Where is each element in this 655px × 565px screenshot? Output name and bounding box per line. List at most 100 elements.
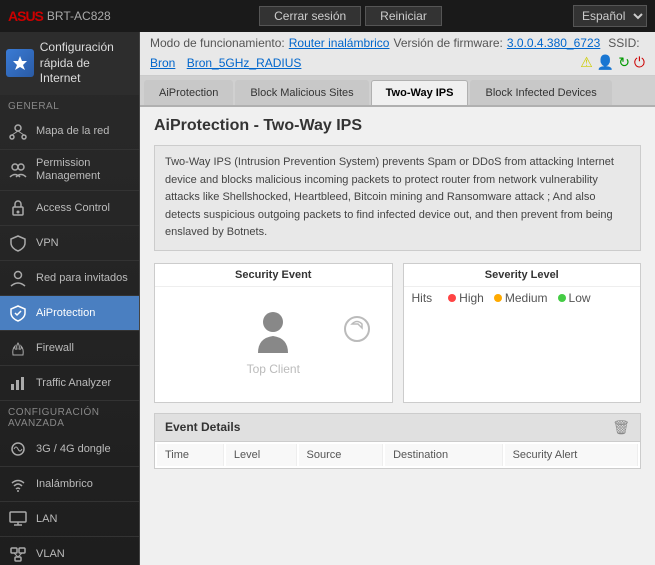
- section-general-label: General: [0, 95, 139, 115]
- model-name: BRT-AC828: [47, 9, 111, 23]
- status-icons: ⚠ 👤 ↻ ⏻: [580, 54, 645, 71]
- medium-label: Medium: [505, 291, 548, 305]
- low-dot: [558, 294, 566, 302]
- col-source: Source: [299, 444, 384, 466]
- sidebar-quick-setup[interactable]: Configuración rápida de Internet: [0, 32, 139, 95]
- asus-logo: ASUS: [8, 8, 43, 24]
- low-label: Low: [569, 291, 591, 305]
- permission-label: Permission Management: [36, 157, 131, 183]
- severity-level-panel: Severity Level Hits High Medium: [403, 263, 642, 403]
- wireless-label: Inalámbrico: [36, 478, 93, 491]
- sidebar: Configuración rápida de Internet General…: [0, 32, 140, 565]
- quick-setup-icon: [6, 49, 34, 77]
- traffic-analyzer-label: Traffic Analyzer: [36, 377, 111, 390]
- col-security-alert: Security Alert: [505, 444, 638, 466]
- legend-row: Hits High Medium Low: [404, 287, 641, 309]
- 3g-dongle-label: 3G / 4G dongle: [36, 443, 111, 456]
- sidebar-item-network-map[interactable]: Mapa de la red: [0, 115, 139, 150]
- firewall-label: Firewall: [36, 342, 74, 355]
- warning-icon: ⚠: [580, 54, 593, 71]
- network-map-label: Mapa de la red: [36, 125, 109, 138]
- access-control-label: Access Control: [36, 202, 110, 215]
- lan-icon: [8, 509, 28, 529]
- high-label: High: [459, 291, 484, 305]
- content-area: Modo de funcionamiento: Router inalámbri…: [140, 32, 655, 565]
- restart-button[interactable]: Reiniciar: [365, 6, 442, 26]
- wireless-icon: [8, 474, 28, 494]
- event-details-panel: Event Details 🗑 Time Level Source Destin…: [154, 413, 641, 469]
- severity-level-title: Severity Level: [404, 264, 641, 287]
- event-table: Time Level Source Destination Security A…: [155, 442, 640, 468]
- ssid1-link[interactable]: Bron: [150, 56, 175, 70]
- sidebar-item-lan[interactable]: LAN: [0, 502, 139, 537]
- event-details-title: Event Details: [165, 420, 240, 434]
- language-select[interactable]: Español: [573, 5, 647, 27]
- vlan-icon: [8, 544, 28, 564]
- ssid-prefix: SSID:: [608, 36, 639, 50]
- sidebar-item-3g-dongle[interactable]: 3G / 4G dongle: [0, 432, 139, 467]
- person-icon: [253, 308, 293, 358]
- hits-label: Hits: [412, 291, 433, 305]
- aiprotection-icon: [8, 303, 28, 323]
- col-level: Level: [226, 444, 297, 466]
- severity-chart-body: [404, 309, 641, 399]
- sidebar-item-aiprotection[interactable]: AiProtection: [0, 296, 139, 331]
- page-content: AiProtection - Two-Way IPS Two-Way IPS (…: [140, 107, 655, 565]
- refresh-circle-icon: [342, 314, 372, 344]
- security-event-panel: Security Event Top Client: [154, 263, 393, 403]
- sidebar-item-guest-network[interactable]: Red para invitados: [0, 261, 139, 296]
- sidebar-item-firewall[interactable]: Firewall: [0, 331, 139, 366]
- 3g-dongle-icon: [8, 439, 28, 459]
- section-advanced-label: Configuración avanzada: [0, 401, 139, 432]
- traffic-analyzer-icon: [8, 373, 28, 393]
- mode-prefix: Modo de funcionamiento:: [150, 36, 285, 50]
- close-session-button[interactable]: Cerrar sesión: [259, 6, 361, 26]
- logo-area: ASUS BRT-AC828: [8, 8, 128, 24]
- col-destination: Destination: [385, 444, 502, 466]
- mode-bar: Modo de funcionamiento: Router inalámbri…: [140, 32, 655, 76]
- user-icon: 👤: [597, 54, 614, 71]
- top-bar: ASUS BRT-AC828 Cerrar sesión Reiniciar E…: [0, 0, 655, 32]
- network-map-icon: [8, 122, 28, 142]
- delete-icon[interactable]: 🗑: [612, 419, 630, 436]
- medium-dot: [494, 294, 502, 302]
- main-layout: Configuración rápida de Internet General…: [0, 32, 655, 565]
- sidebar-item-permission[interactable]: Permission Management: [0, 150, 139, 191]
- power-icon[interactable]: ⏻: [634, 54, 645, 71]
- router-mode-link[interactable]: Router inalámbrico: [289, 36, 390, 50]
- guest-network-icon: [8, 268, 28, 288]
- vpn-label: VPN: [36, 237, 59, 250]
- tabs: AiProtection Block Malicious Sites Two-W…: [140, 76, 655, 107]
- sidebar-item-traffic-analyzer[interactable]: Traffic Analyzer: [0, 366, 139, 401]
- guest-network-label: Red para invitados: [36, 272, 128, 285]
- charts-row: Security Event Top Client: [154, 263, 641, 403]
- high-legend: High: [448, 291, 484, 305]
- security-event-body: Top Client: [155, 287, 392, 397]
- tab-aiprotection[interactable]: AiProtection: [144, 80, 233, 105]
- firewall-icon: [8, 338, 28, 358]
- security-event-title: Security Event: [155, 264, 392, 287]
- top-client-label: Top Client: [247, 362, 300, 376]
- event-table-header: Time Level Source Destination Security A…: [157, 444, 638, 466]
- low-legend: Low: [558, 291, 591, 305]
- topbar-right: Español: [573, 5, 647, 27]
- vlan-label: VLAN: [36, 548, 65, 561]
- sidebar-item-vlan[interactable]: VLAN: [0, 537, 139, 565]
- high-dot: [448, 294, 456, 302]
- lan-label: LAN: [36, 513, 57, 526]
- firmware-version-link[interactable]: 3.0.0.4.380_6723: [507, 36, 600, 50]
- description: Two-Way IPS (Intrusion Prevention System…: [154, 145, 641, 251]
- permission-icon: [8, 160, 28, 180]
- ssid2-link[interactable]: Bron_5GHz_RADIUS: [187, 56, 302, 70]
- tab-block-malicious[interactable]: Block Malicious Sites: [235, 80, 368, 105]
- firmware-prefix: Versión de firmware:: [393, 36, 502, 50]
- tab-block-infected[interactable]: Block Infected Devices: [470, 80, 611, 105]
- tab-two-way-ips[interactable]: Two-Way IPS: [371, 80, 469, 105]
- refresh-icon[interactable]: ↻: [618, 54, 630, 71]
- page-title: AiProtection - Two-Way IPS: [154, 117, 641, 135]
- aiprotection-label: AiProtection: [36, 307, 95, 320]
- sidebar-item-vpn[interactable]: VPN: [0, 226, 139, 261]
- event-details-header: Event Details 🗑: [155, 414, 640, 442]
- sidebar-item-wireless[interactable]: Inalámbrico: [0, 467, 139, 502]
- sidebar-item-access-control[interactable]: Access Control: [0, 191, 139, 226]
